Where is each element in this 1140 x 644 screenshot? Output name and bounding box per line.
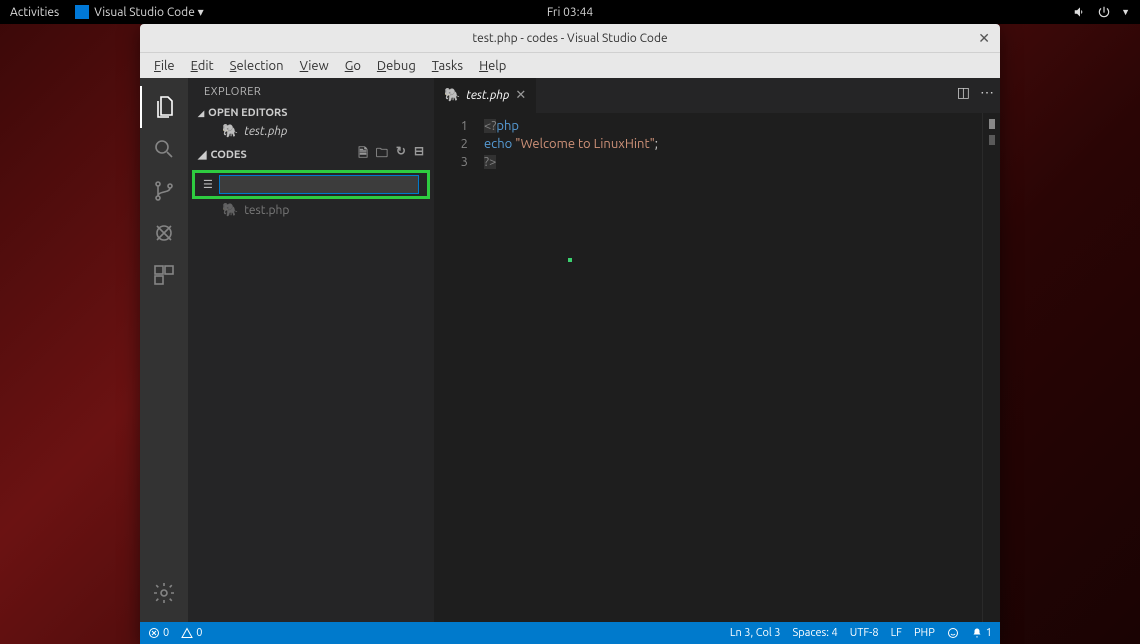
status-notifications[interactable]: 1 (971, 627, 992, 639)
status-lncol[interactable]: Ln 3, Col 3 (730, 627, 781, 639)
code-content[interactable]: <?php echo "Welcome to LinuxHint"; ?> (478, 113, 982, 622)
app-menu-label: Visual Studio Code ▾ (94, 5, 203, 19)
gnome-top-bar: Activities Visual Studio Code ▾ Fri 03:4… (0, 0, 1140, 24)
activity-search[interactable] (140, 128, 188, 170)
activity-debug[interactable] (140, 212, 188, 254)
explorer-sidebar: EXPLORER ◢ OPEN EDITORS 🐘 test.php ◢ COD… (188, 78, 434, 622)
status-feedback[interactable] (947, 627, 959, 639)
code-editor[interactable]: 1 2 3 <?php echo "Welcome to LinuxHint";… (434, 113, 1000, 622)
title-bar: test.php - codes - Visual Studio Code ✕ (140, 24, 1000, 52)
editor-tabs: 🐘 test.php ✕ ◫ ⋯ (434, 78, 1000, 113)
power-icon (1097, 5, 1111, 19)
new-folder-button[interactable]: 🗀 (376, 144, 388, 165)
window-title: test.php - codes - Visual Studio Code (472, 32, 667, 45)
vscode-icon (75, 5, 89, 19)
open-editors-label: OPEN EDITORS (208, 107, 287, 119)
minimap-mark (989, 119, 995, 129)
menu-tasks[interactable]: Tasks (424, 57, 471, 75)
open-editors-header[interactable]: ◢ OPEN EDITORS (188, 104, 434, 122)
tab-label: test.php (466, 89, 509, 102)
refresh-button[interactable]: ↻ (396, 144, 406, 165)
php-icon: 🐘 (444, 88, 460, 103)
smile-icon (947, 627, 959, 639)
vscode-window: test.php - codes - Visual Studio Code ✕ … (140, 24, 1000, 644)
gear-icon (152, 581, 176, 605)
open-editor-filename: test.php (244, 125, 287, 138)
clock[interactable]: Fri 03:44 (547, 6, 593, 19)
cursor-indicator (568, 258, 572, 262)
collapse-button[interactable]: ⊟ (414, 144, 424, 165)
notification-count: 1 (986, 627, 992, 639)
search-icon (152, 137, 176, 161)
status-language[interactable]: PHP (914, 627, 935, 639)
folder-name: CODES (210, 149, 246, 161)
tab-close-button[interactable]: ✕ (515, 88, 526, 103)
warning-icon (181, 627, 193, 639)
warning-count: 0 (196, 627, 202, 639)
status-eol[interactable]: LF (891, 627, 902, 639)
editor-group: 🐘 test.php ✕ ◫ ⋯ 1 2 3 <?php echo "Welco… (434, 78, 1000, 622)
file-tree-filename: test.php (244, 204, 289, 217)
status-bar: 0 0 Ln 3, Col 3 Spaces: 4 UTF-8 LF PHP 1 (140, 622, 1000, 644)
menu-view[interactable]: View (292, 57, 337, 75)
explorer-title: EXPLORER (188, 78, 434, 104)
code-token: ; (655, 137, 658, 151)
file-tree-item[interactable]: 🐘 test.php (188, 201, 434, 220)
menu-go[interactable]: Go (337, 57, 369, 75)
more-actions-button[interactable]: ⋯ (980, 84, 994, 101)
open-editor-file[interactable]: 🐘 test.php (188, 122, 434, 141)
volume-icon (1073, 5, 1087, 19)
bell-icon (971, 627, 983, 639)
menu-help[interactable]: Help (471, 57, 514, 75)
extensions-icon (152, 263, 176, 287)
tray-chevron-icon: ▼ (1121, 7, 1130, 17)
menu-file[interactable]: File (146, 57, 183, 75)
code-token: "Welcome to LinuxHint" (515, 137, 655, 151)
new-file-input[interactable] (219, 175, 419, 194)
activity-explorer[interactable] (140, 86, 188, 128)
minimap[interactable] (982, 113, 1000, 622)
code-token: echo (484, 137, 512, 151)
code-token: ?> (484, 155, 496, 169)
activities-button[interactable]: Activities (10, 6, 59, 19)
minimap-mark (989, 135, 995, 145)
window-close-button[interactable]: ✕ (978, 30, 990, 47)
status-spaces[interactable]: Spaces: 4 (793, 627, 838, 639)
menu-bar: File Edit Selection View Go Debug Tasks … (140, 52, 1000, 78)
file-icon: ☰ (203, 178, 213, 191)
error-count: 0 (163, 627, 169, 639)
system-tray[interactable]: ▼ (1073, 5, 1130, 19)
branch-icon (152, 179, 176, 203)
php-icon: 🐘 (222, 124, 238, 139)
chevron-down-icon: ◢ (198, 109, 204, 118)
status-errors[interactable]: 0 (148, 627, 169, 639)
new-file-button[interactable]: 🗎 (358, 144, 368, 165)
new-file-input-row: ☰ (192, 170, 430, 199)
split-editor-button[interactable]: ◫ (957, 84, 970, 101)
code-token: php (496, 119, 519, 133)
status-encoding[interactable]: UTF-8 (850, 627, 879, 639)
error-icon (148, 627, 160, 639)
code-token: <? (484, 119, 496, 133)
workspace-folder-header[interactable]: ◢ CODES 🗎 🗀 ↻ ⊟ (188, 141, 434, 168)
editor-tab[interactable]: 🐘 test.php ✕ (434, 78, 537, 113)
activity-scm[interactable] (140, 170, 188, 212)
menu-debug[interactable]: Debug (369, 57, 424, 75)
menu-edit[interactable]: Edit (183, 57, 222, 75)
app-menu[interactable]: Visual Studio Code ▾ (75, 5, 203, 19)
activity-extensions[interactable] (140, 254, 188, 296)
files-icon (153, 95, 177, 119)
chevron-down-icon: ◢ (198, 148, 206, 161)
line-gutter: 1 2 3 (434, 113, 478, 622)
php-icon: 🐘 (222, 203, 238, 218)
status-warnings[interactable]: 0 (181, 627, 202, 639)
menu-selection[interactable]: Selection (222, 57, 292, 75)
activity-settings[interactable] (140, 572, 188, 614)
bug-icon (152, 221, 176, 245)
activity-bar (140, 78, 188, 622)
